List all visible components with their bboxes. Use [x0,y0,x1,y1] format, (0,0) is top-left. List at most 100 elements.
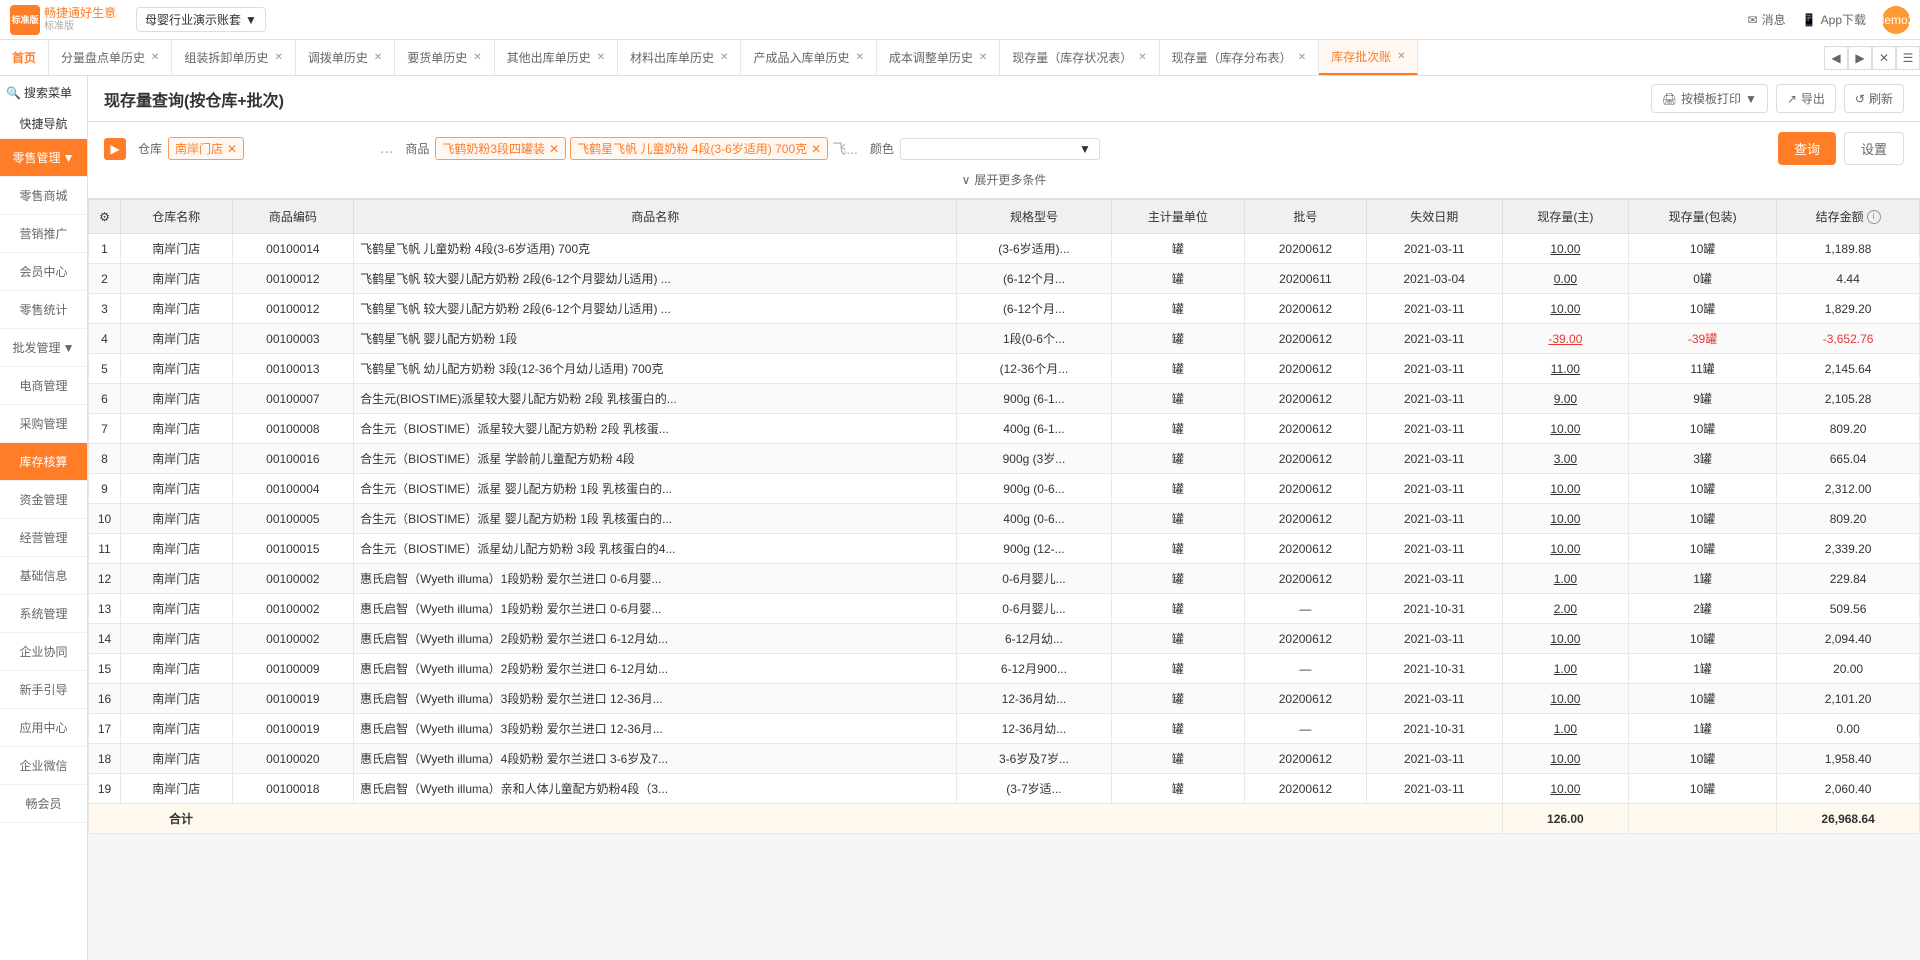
sidebar-item-enterprise-wechat[interactable]: 企业微信 [0,747,87,785]
nav-tab-4[interactable]: 其他出库单历史 ✕ [495,40,618,75]
sidebar-item-purchase[interactable]: 采购管理 [0,405,87,443]
sidebar-item-retail-mgmt[interactable]: 零售管理 ▼ [0,139,87,177]
row-qty-main[interactable]: 10.00 [1502,624,1628,654]
nav-tab-6[interactable]: 产成品入库单历史 ✕ [741,40,876,75]
nav-tab-close-5[interactable]: ✕ [720,52,728,63]
row-qty-main[interactable]: 10.00 [1502,744,1628,774]
goods-tag-close-0[interactable]: ✕ [549,142,559,156]
nav-tab-close-7[interactable]: ✕ [979,52,987,63]
nav-tab-7[interactable]: 成本调整单历史 ✕ [877,40,1000,75]
row-qty-main[interactable]: 9.00 [1502,384,1628,414]
print-button[interactable]: 🖨 按模板打印 ▼ [1651,84,1768,113]
goods-filter-more: 飞... [832,139,858,159]
row-qty-main[interactable]: 10.00 [1502,234,1628,264]
sidebar-item-retail-stats[interactable]: 零售统计 [0,291,87,329]
row-qty-main[interactable]: 0.00 [1502,264,1628,294]
row-amount: 2,060.40 [1777,774,1920,804]
warehouse-tag-close[interactable]: ✕ [227,142,237,156]
sidebar-item-ecommerce[interactable]: 电商管理 [0,367,87,405]
row-qty-main[interactable]: 10.00 [1502,774,1628,804]
row-code: 00100019 [232,714,353,744]
row-qty-main[interactable]: 1.00 [1502,654,1628,684]
row-qty-main[interactable]: 2.00 [1502,594,1628,624]
row-qty-main[interactable]: 10.00 [1502,294,1628,324]
sidebar-item-finance[interactable]: 资金管理 [0,481,87,519]
nav-tab-9[interactable]: 现存量（库存分布表） ✕ [1160,40,1319,75]
nav-tab-close-6[interactable]: ✕ [855,52,863,63]
color-label: 颜色 [870,140,894,157]
sidebar-item-wholesale[interactable]: 批发管理 ▼ [0,329,87,367]
nav-close-btn[interactable]: ✕ [1872,46,1896,70]
row-warehouse: 南岸门店 [121,534,233,564]
table-row: 9 南岸门店 00100004 合生元（BIOSTIME）派星 婴儿配方奶粉 1… [89,474,1920,504]
color-input[interactable]: ▼ [900,138,1100,160]
nav-tab-close-10[interactable]: ✕ [1397,51,1405,62]
row-qty-main[interactable]: 1.00 [1502,564,1628,594]
row-spec: 3-6岁及7岁... [957,744,1111,774]
query-button[interactable]: 查询 [1778,132,1836,165]
sidebar-item-retail-shop[interactable]: 零售商城 [0,177,87,215]
goods-tag-close-1[interactable]: ✕ [811,142,821,156]
row-batch: 20200612 [1245,504,1366,534]
nav-tab-0[interactable]: 分量盘点单历史 ✕ [49,40,172,75]
row-qty-main[interactable]: 3.00 [1502,444,1628,474]
sidebar-item-member-center[interactable]: 会员中心 [0,253,87,291]
nav-tab-8[interactable]: 现存量（库存状况表） ✕ [1000,40,1159,75]
row-unit: 罐 [1111,594,1245,624]
nav-tab-close-3[interactable]: ✕ [473,52,481,63]
sidebar-item-marketing[interactable]: 营销推广 [0,215,87,253]
table-area: ⚙ 仓库名称 商品编码 商品名称 规格型号 主计量单位 批号 失效日期 现存量(… [88,199,1920,960]
nav-tab-5[interactable]: 材料出库单历史 ✕ [618,40,741,75]
sidebar-item-member[interactable]: 畅会员 [0,785,87,823]
nav-arrow-right[interactable]: ▶ [1848,46,1872,70]
app-download-btn[interactable]: 📱 App下载 [1802,11,1866,28]
workspace-selector[interactable]: 母婴行业演示账套 ▼ [136,7,266,32]
row-qty-pack: 10罐 [1628,504,1776,534]
row-expire: 2021-03-11 [1366,744,1502,774]
setting-button[interactable]: 设置 [1844,132,1904,165]
row-qty-main[interactable]: -39.00 [1502,324,1628,354]
avatar[interactable]: demo2 [1882,6,1910,34]
export-button[interactable]: ↗ 导出 [1776,84,1836,113]
nav-tab-10[interactable]: 库存批次账 ✕ [1319,40,1418,75]
filter-expand-btn[interactable]: ▶ [104,138,126,160]
nav-tab-3[interactable]: 要货单历史 ✕ [395,40,494,75]
sidebar-search[interactable]: 🔍 搜索菜单 [0,76,87,109]
nav-tab-close-8[interactable]: ✕ [1138,52,1146,63]
row-no: 4 [89,324,121,354]
col-settings[interactable]: ⚙ [89,200,121,234]
row-unit: 罐 [1111,324,1245,354]
filter-expand-more[interactable]: ∨ 展开更多条件 [104,171,1904,188]
nav-tab-close-0[interactable]: ✕ [151,52,159,63]
row-qty-main[interactable]: 10.00 [1502,504,1628,534]
row-code: 00100008 [232,414,353,444]
refresh-button[interactable]: ↺ 刷新 [1844,84,1904,113]
row-qty-main[interactable]: 10.00 [1502,414,1628,444]
sidebar-quick-nav[interactable]: 快捷导航 [0,109,87,139]
row-qty-main[interactable]: 10.00 [1502,684,1628,714]
amount-info-icon[interactable]: i [1867,210,1881,224]
message-btn[interactable]: ✉ 消息 [1748,11,1786,28]
nav-tab-1[interactable]: 组装拆卸单历史 ✕ [172,40,295,75]
nav-tab-2[interactable]: 调拨单历史 ✕ [296,40,395,75]
nav-tab-close-1[interactable]: ✕ [274,52,282,63]
row-qty-main[interactable]: 10.00 [1502,534,1628,564]
row-qty-main[interactable]: 11.00 [1502,354,1628,384]
nav-tab-close-4[interactable]: ✕ [597,52,605,63]
row-batch: 20200612 [1245,444,1366,474]
nav-tab-close-2[interactable]: ✕ [374,52,382,63]
sidebar-item-newbie[interactable]: 新手引导 [0,671,87,709]
sidebar-item-inventory[interactable]: 库存核算 [0,443,87,481]
sidebar-item-enterprise[interactable]: 企业协同 [0,633,87,671]
nav-tab-close-9[interactable]: ✕ [1298,52,1306,63]
nav-arrow-left[interactable]: ◀ [1824,46,1848,70]
nav-menu-btn[interactable]: ☰ [1896,46,1920,70]
sidebar-item-operations[interactable]: 经营管理 [0,519,87,557]
row-qty-main[interactable]: 10.00 [1502,474,1628,504]
sidebar-item-system-mgmt[interactable]: 系统管理 [0,595,87,633]
row-name: 飞鹤星飞帆 幼儿配方奶粉 3段(12-36个月幼儿适用) 700克 [354,354,957,384]
sidebar-item-basic-info[interactable]: 基础信息 [0,557,87,595]
row-qty-main[interactable]: 1.00 [1502,714,1628,744]
nav-home-tab[interactable]: 首页 [0,40,49,75]
sidebar-item-app-center[interactable]: 应用中心 [0,709,87,747]
